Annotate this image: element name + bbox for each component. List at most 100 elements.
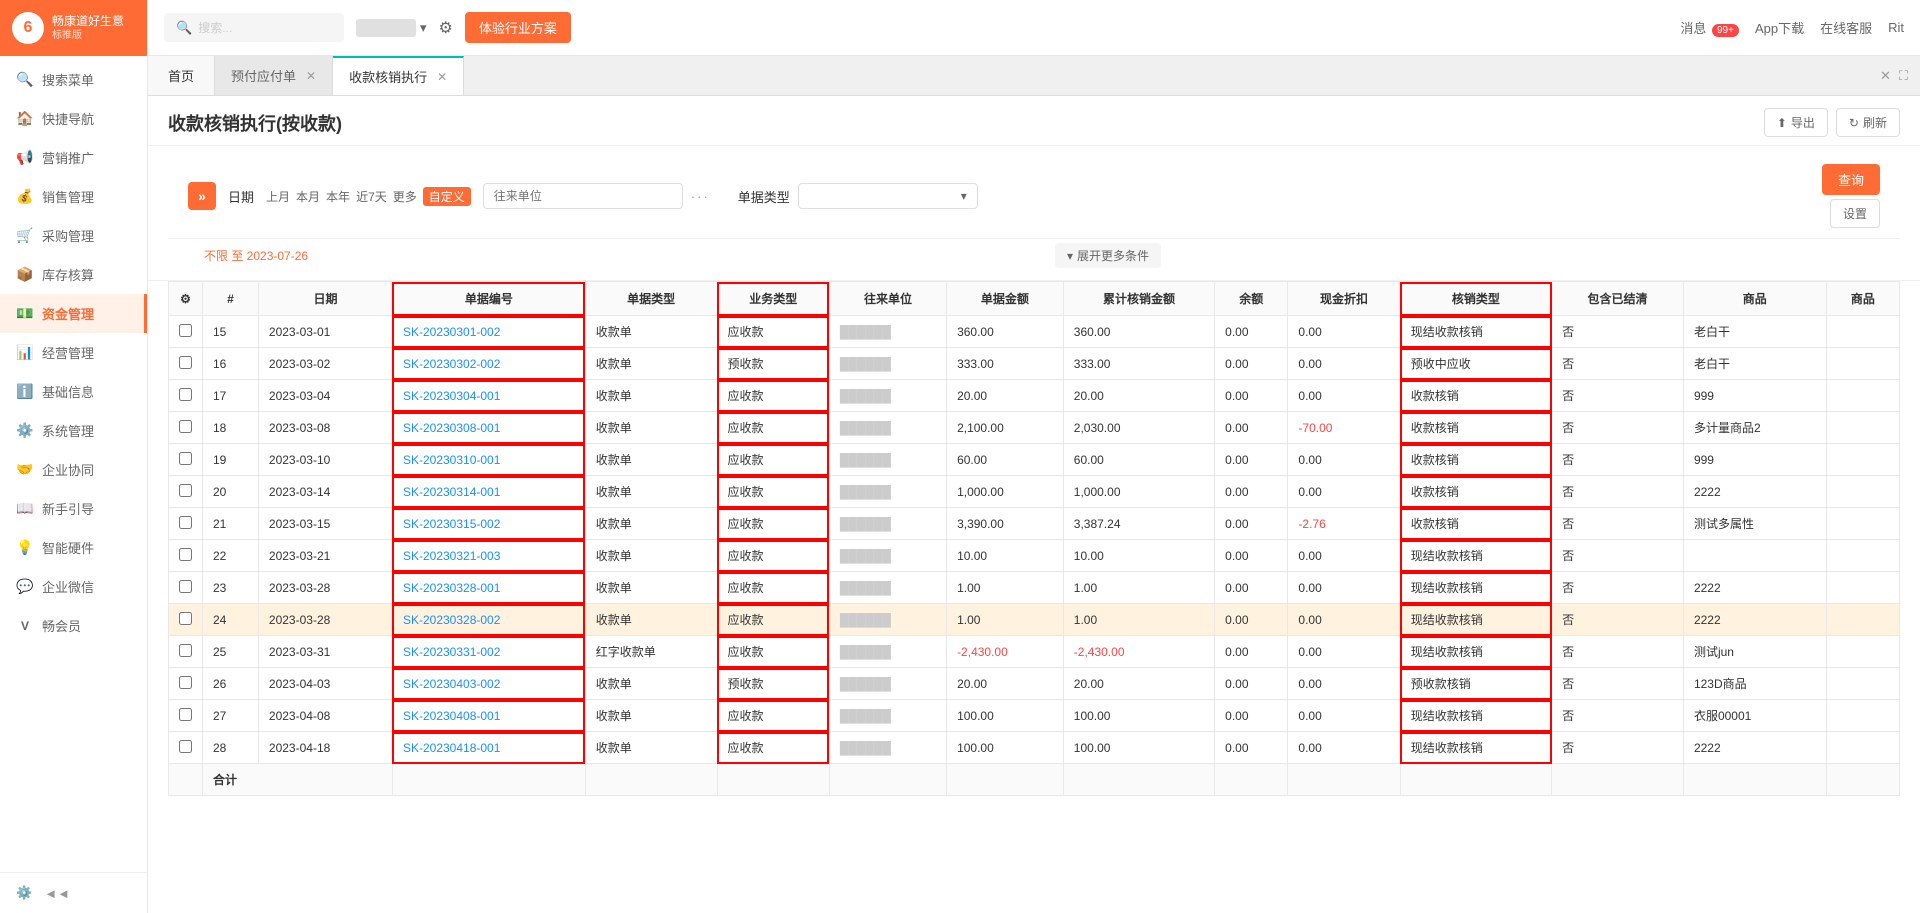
sidebar-item-member[interactable]: V 畅会员	[0, 606, 147, 645]
row-doc-no[interactable]: SK-20230308-001	[392, 412, 585, 444]
row-doc-no[interactable]: SK-20230331-002	[392, 636, 585, 668]
export-button[interactable]: ⬆ 导出	[1764, 108, 1828, 137]
app-download-button[interactable]: App下载	[1755, 18, 1804, 37]
row-checkbox[interactable]	[169, 508, 203, 540]
last-month-btn[interactable]: 上月	[266, 188, 290, 205]
row-doc-type: 收款单	[585, 732, 717, 764]
row-checkbox[interactable]	[169, 700, 203, 732]
this-year-btn[interactable]: 本年	[326, 188, 350, 205]
row-partner: ██████	[829, 700, 946, 732]
row-checkbox[interactable]	[169, 572, 203, 604]
row-balance: 0.00	[1215, 668, 1288, 700]
sidebar-item-guide[interactable]: 📖 新手引导	[0, 489, 147, 528]
gear-icon[interactable]: ⚙	[439, 18, 453, 38]
row-doc-no[interactable]: SK-20230403-002	[392, 668, 585, 700]
expand-more-conditions-button[interactable]: ▾ 展开更多条件	[1055, 243, 1161, 268]
more-date-btn[interactable]: 更多	[393, 188, 417, 205]
row-checkbox[interactable]	[169, 604, 203, 636]
topbar-search[interactable]: 🔍 搜索...	[164, 13, 344, 42]
row-doc-no[interactable]: SK-20230315-002	[392, 508, 585, 540]
sidebar-item-sales[interactable]: 💰 销售管理	[0, 177, 147, 216]
row-doc-no[interactable]: SK-20230321-003	[392, 540, 585, 572]
row-date: 2023-03-31	[258, 636, 392, 668]
row-amount: 20.00	[947, 380, 1064, 412]
doc-type-select[interactable]: ▾	[798, 183, 978, 209]
row-checkbox[interactable]	[169, 348, 203, 380]
main-content: 🔍 搜索... ▾ ⚙ 体验行业方案 消息 99+ App下载 在线客服 Rit…	[148, 0, 1920, 913]
col-settings[interactable]: ⚙	[169, 282, 203, 316]
custom-date-btn[interactable]: 自定义	[423, 187, 471, 206]
tab-home[interactable]: 首页	[148, 56, 215, 95]
filter-toggle-button[interactable]: »	[188, 182, 216, 210]
row-checkbox[interactable]	[169, 412, 203, 444]
industry-solution-button[interactable]: 体验行业方案	[465, 12, 571, 43]
row-seq: 16	[203, 348, 259, 380]
sidebar-item-wechat[interactable]: 💬 企业微信	[0, 567, 147, 606]
footer-label: 合计	[203, 764, 393, 796]
tab-collection[interactable]: 收款核销执行 ✕	[333, 56, 464, 95]
row-checkbox[interactable]	[169, 636, 203, 668]
table-row: 19 2023-03-10 SK-20230310-001 收款单 应收款 ██…	[169, 444, 1900, 476]
row-cancel-type: 现结收款核销	[1400, 604, 1551, 636]
sidebar-item-label: 新手引导	[42, 499, 94, 518]
row-goods: 999	[1683, 444, 1826, 476]
row-doc-no[interactable]: SK-20230328-002	[392, 604, 585, 636]
refresh-button[interactable]: ↻ 刷新	[1836, 108, 1900, 137]
last-7-days-btn[interactable]: 近7天	[356, 188, 387, 205]
sidebar-item-basic[interactable]: ℹ️ 基础信息	[0, 372, 147, 411]
sidebar-item-marketing[interactable]: 📢 营销推广	[0, 138, 147, 177]
row-goods2	[1826, 380, 1899, 412]
col-verified: 累计核销金额	[1063, 282, 1214, 316]
sidebar-item-search[interactable]: 🔍 搜索菜单	[0, 60, 147, 99]
col-partner: 往来单位	[829, 282, 946, 316]
enterprise-icon: 🤝	[16, 461, 34, 478]
row-date: 2023-03-08	[258, 412, 392, 444]
row-doc-type: 收款单	[585, 668, 717, 700]
row-doc-no[interactable]: SK-20230310-001	[392, 444, 585, 476]
row-include-settled: 否	[1552, 636, 1684, 668]
row-checkbox[interactable]	[169, 732, 203, 764]
collapse-icon[interactable]: ◄◄	[44, 886, 70, 901]
row-checkbox[interactable]	[169, 316, 203, 348]
sidebar-item-hardware[interactable]: 💡 智能硬件	[0, 528, 147, 567]
hardware-icon: 💡	[16, 539, 34, 556]
filter-settings-button[interactable]: 设置	[1830, 199, 1880, 228]
row-doc-no[interactable]: SK-20230314-001	[392, 476, 585, 508]
row-doc-no[interactable]: SK-20230418-001	[392, 732, 585, 764]
close-window-icon[interactable]: ✕	[1880, 68, 1891, 84]
row-doc-no[interactable]: SK-20230328-001	[392, 572, 585, 604]
row-checkbox[interactable]	[169, 668, 203, 700]
topbar-dropdown[interactable]: ▾	[356, 19, 427, 37]
row-amount: 360.00	[947, 316, 1064, 348]
row-checkbox[interactable]	[169, 444, 203, 476]
collection-tab-close[interactable]: ✕	[437, 70, 447, 84]
more-filters-dots[interactable]: ···	[691, 189, 710, 204]
message-button[interactable]: 消息 99+	[1680, 18, 1739, 37]
online-service-button[interactable]: 在线客服	[1820, 18, 1872, 37]
prepay-tab-close[interactable]: ✕	[306, 69, 316, 83]
sidebar-item-purchase[interactable]: 🛒 采购管理	[0, 216, 147, 255]
sidebar-item-operations[interactable]: 📊 经营管理	[0, 333, 147, 372]
row-checkbox[interactable]	[169, 380, 203, 412]
row-checkbox[interactable]	[169, 540, 203, 572]
partner-input[interactable]	[483, 183, 683, 209]
maximize-icon[interactable]: ⛶	[1899, 68, 1908, 84]
row-checkbox[interactable]	[169, 476, 203, 508]
settings-icon[interactable]: ⚙️	[16, 885, 32, 901]
row-goods2	[1826, 476, 1899, 508]
tab-prepay[interactable]: 预付应付单 ✕	[215, 56, 333, 95]
filter-right-actions: 查询 设置	[1822, 164, 1880, 228]
row-goods2	[1826, 348, 1899, 380]
sidebar-item-inventory[interactable]: 📦 库存核算	[0, 255, 147, 294]
query-button[interactable]: 查询	[1822, 164, 1880, 195]
this-month-btn[interactable]: 本月	[296, 188, 320, 205]
sidebar-item-quick[interactable]: 🏠 快捷导航	[0, 99, 147, 138]
row-doc-no[interactable]: SK-20230408-001	[392, 700, 585, 732]
row-include-settled: 否	[1552, 380, 1684, 412]
sidebar-item-finance[interactable]: 💵 资金管理	[0, 294, 147, 333]
row-doc-no[interactable]: SK-20230301-002	[392, 316, 585, 348]
row-doc-no[interactable]: SK-20230302-002	[392, 348, 585, 380]
row-doc-no[interactable]: SK-20230304-001	[392, 380, 585, 412]
sidebar-item-system[interactable]: ⚙️ 系统管理	[0, 411, 147, 450]
sidebar-item-enterprise[interactable]: 🤝 企业协同	[0, 450, 147, 489]
